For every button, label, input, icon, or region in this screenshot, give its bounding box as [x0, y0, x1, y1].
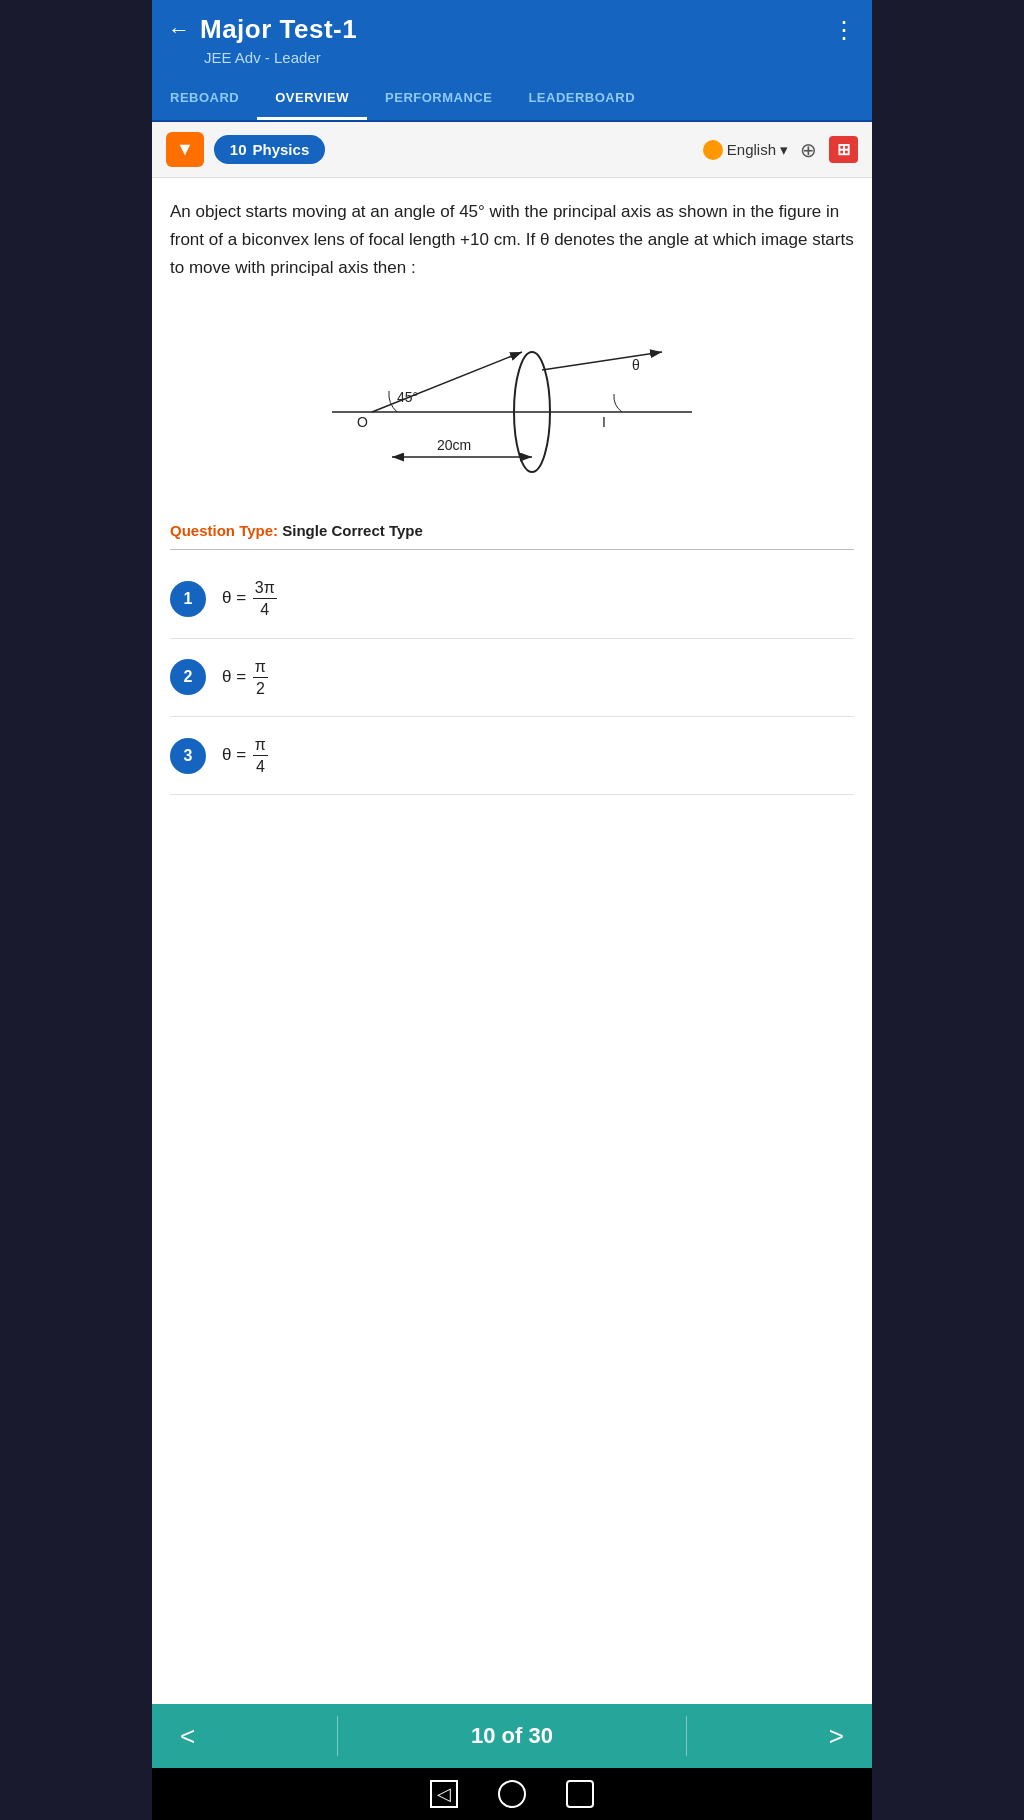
svg-text:O: O — [357, 414, 368, 430]
lang-dot-icon — [703, 140, 723, 160]
numerator-1: 3π — [253, 578, 277, 599]
svg-text:20cm: 20cm — [437, 437, 471, 453]
option-text-2: θ = π 2 — [222, 657, 268, 698]
subject-number: 10 — [230, 141, 247, 158]
tab-overview[interactable]: OVERVIEW — [257, 78, 367, 120]
option-number-2: 2 — [170, 659, 206, 695]
option-item[interactable]: 2 θ = π 2 — [170, 639, 854, 717]
question-type: Question Type: Single Correct Type — [170, 522, 854, 539]
svg-line-3 — [542, 352, 662, 370]
numerator-3: π — [253, 735, 268, 756]
lang-label: English — [727, 141, 776, 158]
system-bar: ◁ ○ □ — [152, 1768, 872, 1820]
system-recent-button[interactable]: □ — [566, 1780, 594, 1808]
numerator-2: π — [253, 657, 268, 678]
divider-top — [170, 549, 854, 550]
fraction-2: π 2 — [253, 657, 268, 698]
denominator-3: 4 — [254, 756, 267, 776]
subject-badge: 10 Physics — [214, 135, 325, 164]
filter-bar: ▼ 10 Physics English ▾ ⊕ ⊞ — [152, 122, 872, 178]
prev-button[interactable]: < — [172, 1713, 203, 1760]
filter-button[interactable]: ▼ — [166, 132, 204, 167]
tab-leaderboard[interactable]: LEADERBOARD — [510, 78, 653, 120]
option-number-1: 1 — [170, 581, 206, 617]
option-number-3: 3 — [170, 738, 206, 774]
optics-diagram: 45° O I θ 20 — [302, 302, 722, 502]
system-home-button[interactable]: ○ — [498, 1780, 526, 1808]
option-item[interactable]: 1 θ = 3π 4 — [170, 560, 854, 638]
option-item[interactable]: 3 θ = π 4 — [170, 717, 854, 795]
fraction-3: π 4 — [253, 735, 268, 776]
option-text-1: θ = 3π 4 — [222, 578, 277, 619]
question-type-text: Single Correct Type — [282, 522, 423, 539]
fraction-1: 3π 4 — [253, 578, 277, 619]
header: ← Major Test-1 ⋮ JEE Adv - Leader — [152, 0, 872, 78]
options-list: 1 θ = 3π 4 2 θ = π 2 — [170, 560, 854, 795]
report-button[interactable]: ⊞ — [829, 136, 858, 163]
header-top: ← Major Test-1 ⋮ — [168, 14, 856, 45]
subject-name: Physics — [253, 141, 310, 158]
page-title: Major Test-1 — [200, 14, 832, 45]
lang-arrow-icon: ▾ — [780, 141, 788, 159]
svg-line-2 — [372, 352, 522, 412]
denominator-2: 2 — [254, 678, 267, 698]
filter-icon: ▼ — [176, 139, 194, 160]
svg-text:45°: 45° — [397, 389, 418, 405]
question-type-label: Question Type: — [170, 522, 278, 539]
svg-text:θ: θ — [632, 357, 640, 373]
header-subtitle: JEE Adv - Leader — [204, 49, 856, 66]
next-button[interactable]: > — [821, 1713, 852, 1760]
nav-tabs: REBOARD OVERVIEW PERFORMANCE LEADERBOARD — [152, 78, 872, 122]
svg-text:I: I — [602, 414, 606, 430]
more-options-button[interactable]: ⋮ — [832, 16, 856, 44]
question-content: An object starts moving at an angle of 4… — [152, 178, 872, 1704]
language-selector[interactable]: English ▾ — [703, 140, 788, 160]
denominator-1: 4 — [258, 599, 271, 619]
filter-right: English ▾ ⊕ ⊞ — [703, 136, 858, 163]
nav-divider-right — [686, 1716, 687, 1756]
bottom-nav: < 10 of 30 > — [152, 1704, 872, 1768]
phone-container: ← Major Test-1 ⋮ JEE Adv - Leader REBOAR… — [152, 0, 872, 1820]
option-text-3: θ = π 4 — [222, 735, 268, 776]
back-button[interactable]: ← — [168, 17, 190, 43]
search-icon[interactable]: ⊕ — [800, 138, 817, 162]
question-text: An object starts moving at an angle of 4… — [170, 198, 854, 282]
system-back-button[interactable]: ◁ — [430, 1780, 458, 1808]
nav-divider-left — [337, 1716, 338, 1756]
diagram-container: 45° O I θ 20 — [170, 302, 854, 502]
tab-performance[interactable]: PERFORMANCE — [367, 78, 510, 120]
page-indicator: 10 of 30 — [471, 1723, 553, 1749]
tab-reboard[interactable]: REBOARD — [152, 78, 257, 120]
